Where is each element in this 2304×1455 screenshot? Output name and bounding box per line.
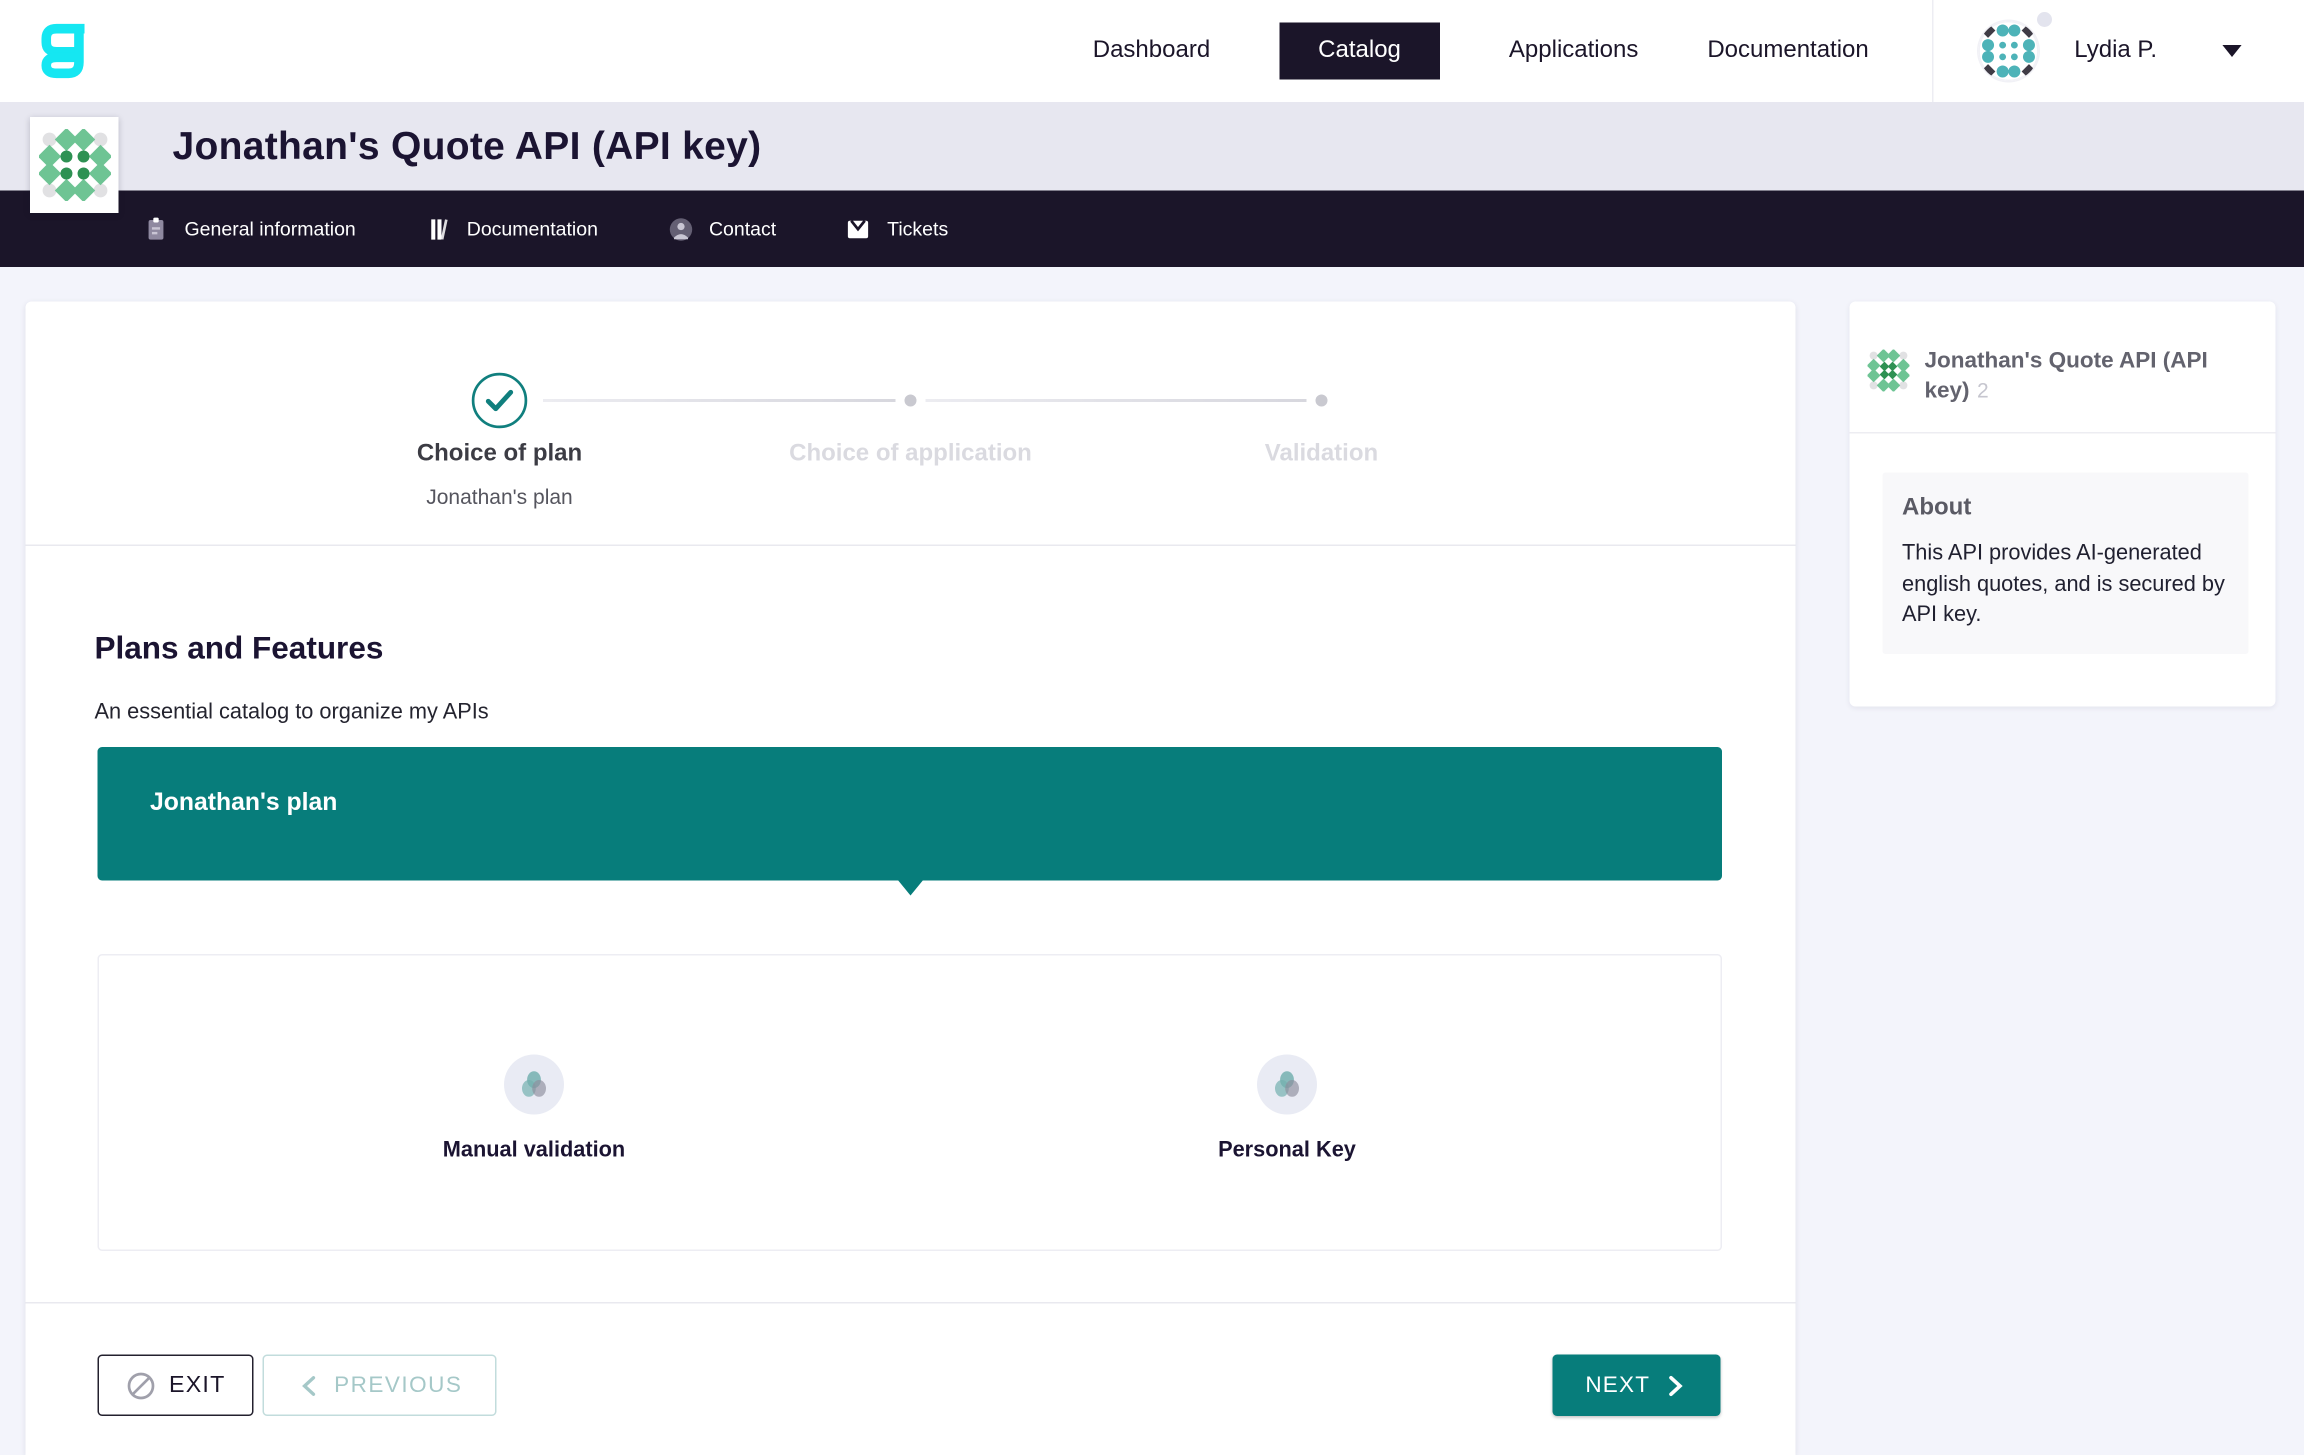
slashed-circle-icon bbox=[126, 1370, 156, 1400]
tab-label: General information bbox=[185, 218, 356, 241]
api-pattern-icon bbox=[1868, 350, 1910, 392]
top-bar: Dashboard Catalog Applications Documenta… bbox=[0, 0, 2304, 102]
stepper: Choice of plan Jonathan's plan Choice of… bbox=[26, 302, 1796, 545]
about-text: This API provides AI-generated english q… bbox=[1902, 539, 2235, 632]
petals-icon bbox=[504, 1055, 564, 1115]
step-1-completed-check[interactable] bbox=[471, 372, 528, 429]
next-label: NEXT bbox=[1585, 1373, 1650, 1399]
status-badge bbox=[2037, 12, 2052, 27]
sidebar-api-title-text: Jonathan's Quote API (API key) bbox=[1925, 348, 2208, 403]
about-heading: About bbox=[1902, 495, 2229, 522]
nav-applications[interactable]: Applications bbox=[1509, 38, 1638, 65]
step-1-sublabel: Jonathan's plan bbox=[320, 485, 680, 509]
api-summary-card: Jonathan's Quote API (API key)2 About Th… bbox=[1850, 302, 2276, 707]
stepper-connector bbox=[543, 399, 896, 402]
plans-heading: Plans and Features bbox=[95, 632, 384, 668]
api-picture bbox=[30, 117, 119, 213]
next-button[interactable]: NEXT bbox=[1553, 1355, 1721, 1417]
footer-divider bbox=[26, 1302, 1796, 1304]
step-2-label: Choice of application bbox=[731, 441, 1091, 468]
api-subnav: General information Documentation Contac… bbox=[0, 191, 2304, 268]
tab-documentation[interactable]: Documentation bbox=[425, 215, 598, 242]
topbar-divider bbox=[1932, 0, 1934, 102]
tab-general-information[interactable]: General information bbox=[143, 215, 356, 242]
api-count-badge: 2 bbox=[1977, 378, 1989, 402]
books-icon bbox=[425, 215, 452, 242]
tab-contact[interactable]: Contact bbox=[667, 215, 776, 242]
nav-documentation[interactable]: Documentation bbox=[1707, 38, 1868, 65]
api-pattern-icon bbox=[38, 129, 110, 201]
portal-page: Dashboard Catalog Applications Documenta… bbox=[0, 0, 2304, 1454]
person-icon bbox=[667, 215, 694, 242]
step-2-dot[interactable] bbox=[905, 395, 917, 407]
tab-tickets[interactable]: Tickets bbox=[845, 215, 948, 242]
about-panel: About This API provides AI-generated eng… bbox=[1883, 473, 2249, 655]
exit-label: EXIT bbox=[169, 1372, 225, 1399]
mail-icon bbox=[845, 215, 872, 242]
chevron-left-icon bbox=[297, 1370, 321, 1400]
subscription-wizard-card: Choice of plan Jonathan's plan Choice of… bbox=[26, 302, 1796, 1455]
nav-catalog[interactable]: Catalog bbox=[1279, 23, 1440, 80]
page-title: Jonathan's Quote API (API key) bbox=[173, 102, 762, 191]
plan-name: Jonathan's plan bbox=[150, 789, 337, 816]
api-header-band: Jonathan's Quote API (API key) bbox=[0, 102, 2304, 191]
previous-label: PREVIOUS bbox=[334, 1373, 462, 1399]
gravitee-logo-icon[interactable] bbox=[38, 17, 89, 86]
sidebar-divider bbox=[1850, 432, 2276, 434]
user-name: Lydia P. bbox=[2074, 38, 2157, 65]
tab-label: Contact bbox=[709, 218, 776, 241]
step-3-dot[interactable] bbox=[1316, 395, 1328, 407]
check-icon bbox=[471, 372, 528, 429]
feature-label: Manual validation bbox=[369, 1139, 699, 1163]
nav-dashboard[interactable]: Dashboard bbox=[1093, 38, 1210, 65]
clipboard-icon bbox=[143, 215, 170, 242]
api-summary-header: Jonathan's Quote API (API key)2 bbox=[1868, 347, 2233, 406]
plans-subheading: An essential catalog to organize my APIs bbox=[95, 701, 489, 725]
avatar-pattern-icon bbox=[1978, 21, 2038, 81]
plan-pointer-arrow bbox=[896, 879, 923, 896]
tab-label: Documentation bbox=[467, 218, 598, 241]
plan-features-panel: Manual validation Personal Key bbox=[98, 954, 1723, 1251]
exit-button[interactable]: EXIT bbox=[98, 1355, 254, 1417]
plan-card-selected[interactable]: Jonathan's plan bbox=[98, 747, 1723, 881]
tab-label: Tickets bbox=[887, 218, 948, 241]
petals-icon bbox=[1257, 1055, 1317, 1115]
feature-label: Personal Key bbox=[1122, 1139, 1452, 1163]
chevron-down-icon bbox=[2220, 42, 2244, 60]
stepper-connector bbox=[926, 399, 1307, 402]
previous-button[interactable]: PREVIOUS bbox=[263, 1355, 497, 1417]
step-1-label: Choice of plan bbox=[320, 441, 680, 468]
feature-personal-key: Personal Key bbox=[1122, 1055, 1452, 1163]
main-nav: Dashboard Catalog Applications Documenta… bbox=[1093, 23, 1869, 80]
user-menu[interactable]: Lydia P. bbox=[1932, 0, 2244, 102]
chevron-right-icon bbox=[1664, 1370, 1688, 1400]
feature-manual-validation: Manual validation bbox=[369, 1055, 699, 1163]
step-3-label: Validation bbox=[1142, 441, 1502, 468]
avatar[interactable] bbox=[1978, 21, 2038, 81]
section-divider bbox=[26, 545, 1796, 547]
sidebar-api-title: Jonathan's Quote API (API key)2 bbox=[1925, 347, 2233, 406]
